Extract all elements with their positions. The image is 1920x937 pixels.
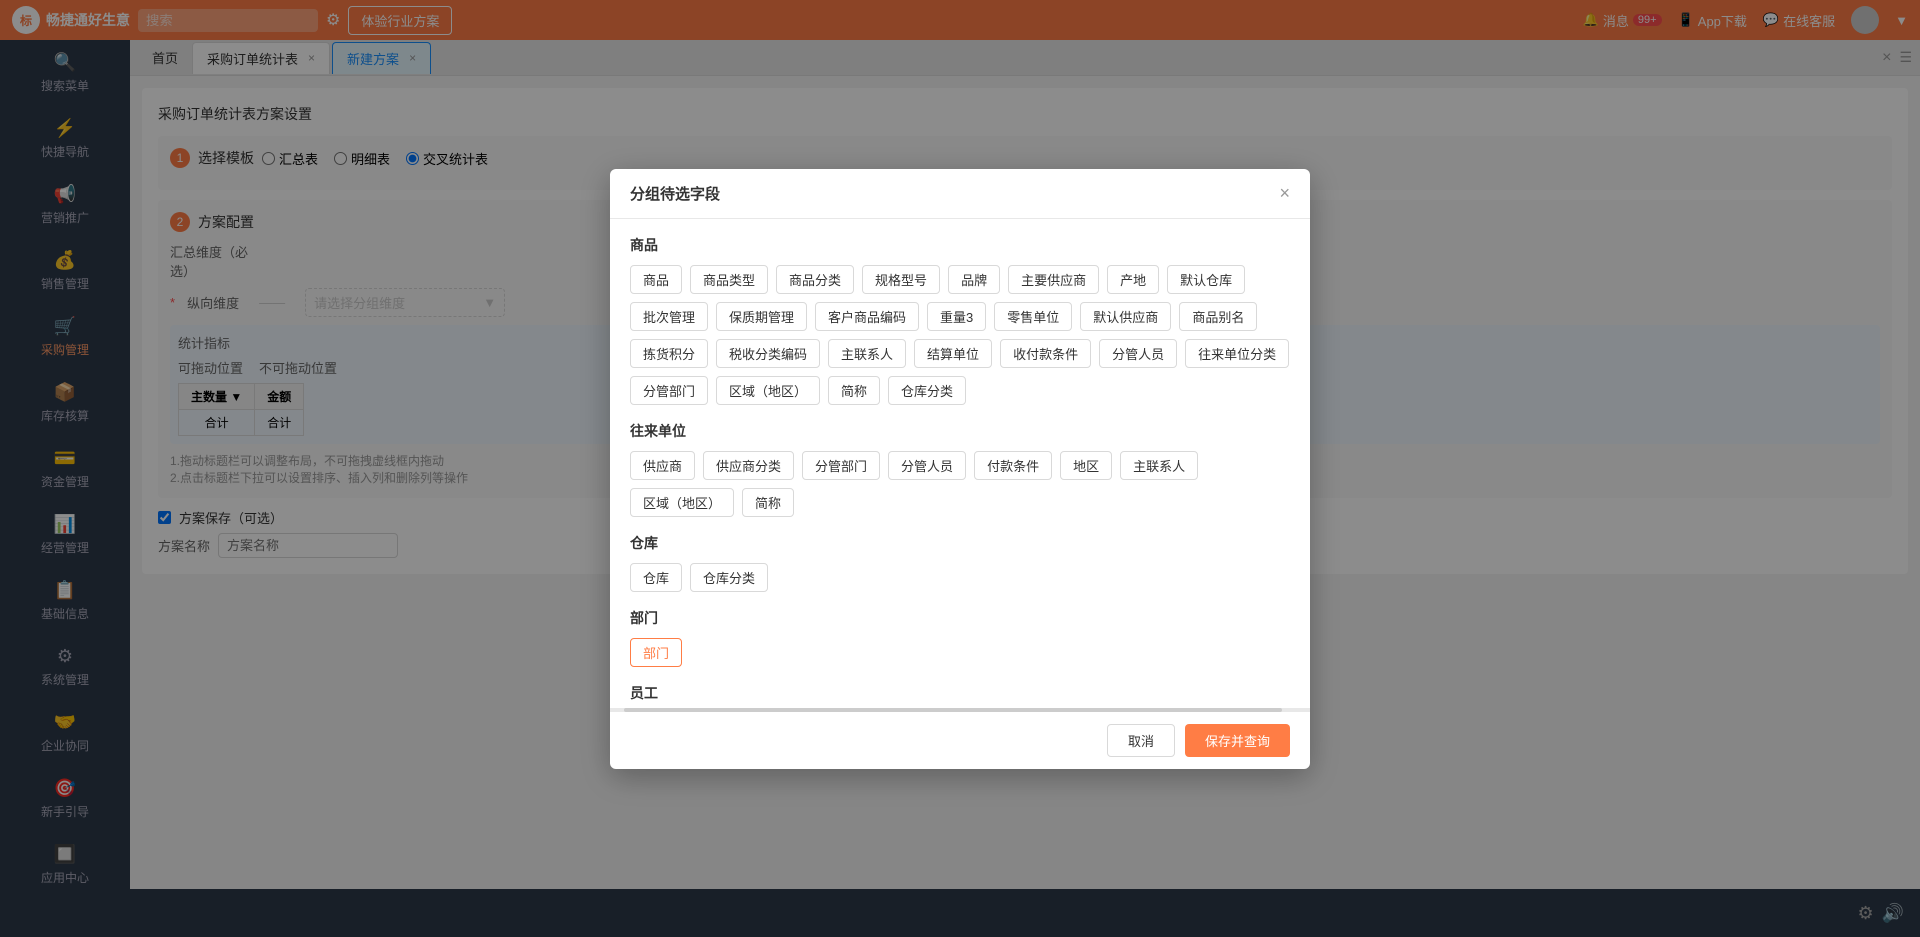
warehouse-fields: 仓库 仓库分类 — [630, 563, 1290, 592]
modal-close-button[interactable]: × — [1279, 184, 1290, 202]
field-warehouse-cat[interactable]: 仓库分类 — [888, 376, 966, 405]
field-dept[interactable]: 部门 — [630, 638, 682, 667]
field-mgmt-dept[interactable]: 分管部门 — [630, 376, 708, 405]
partner-fields: 供应商 供应商分类 分管部门 分管人员 付款条件 地区 主联系人 区域（地区） … — [630, 451, 1290, 517]
field-partner-contact[interactable]: 主联系人 — [1120, 451, 1198, 480]
field-partner-short[interactable]: 简称 — [742, 488, 794, 517]
section-warehouse: 仓库 仓库 仓库分类 — [630, 533, 1290, 592]
section-department-title: 部门 — [630, 608, 1290, 628]
product-fields: 商品 商品类型 商品分类 规格型号 品牌 主要供应商 产地 默认仓库 批次管理 … — [630, 265, 1290, 405]
modal-title: 分组待选字段 — [630, 183, 720, 204]
modal-body: 商品 商品 商品类型 商品分类 规格型号 品牌 主要供应商 产地 默认仓库 批次… — [610, 219, 1310, 708]
field-region[interactable]: 区域（地区） — [716, 376, 820, 405]
section-staff: 员工 业务员 — [630, 683, 1290, 708]
modal-overlay: 分组待选字段 × 商品 商品 商品类型 商品分类 规格型号 品牌 主要供应商 产… — [0, 0, 1920, 937]
field-payment-terms[interactable]: 收付款条件 — [1000, 339, 1091, 368]
cancel-button[interactable]: 取消 — [1107, 724, 1175, 757]
field-default-warehouse[interactable]: 默认仓库 — [1167, 265, 1245, 294]
field-partner-region[interactable]: 地区 — [1060, 451, 1112, 480]
field-weight3[interactable]: 重量3 — [927, 302, 986, 331]
field-partner-dept[interactable]: 分管部门 — [802, 451, 880, 480]
section-partner-title: 往来单位 — [630, 421, 1290, 441]
field-retail-unit[interactable]: 零售单位 — [994, 302, 1072, 331]
field-contact[interactable]: 主联系人 — [828, 339, 906, 368]
section-product-title: 商品 — [630, 235, 1290, 255]
field-partner-manager[interactable]: 分管人员 — [888, 451, 966, 480]
field-origin[interactable]: 产地 — [1107, 265, 1159, 294]
modal-scroll-track — [624, 708, 1282, 712]
field-main-supplier[interactable]: 主要供应商 — [1008, 265, 1099, 294]
modal-header: 分组待选字段 × — [610, 169, 1310, 219]
section-warehouse-title: 仓库 — [630, 533, 1290, 553]
field-wh-cat[interactable]: 仓库分类 — [690, 563, 768, 592]
field-spec-type[interactable]: 规格型号 — [862, 265, 940, 294]
field-shelf-life[interactable]: 保质期管理 — [716, 302, 807, 331]
field-batch-mgmt[interactable]: 批次管理 — [630, 302, 708, 331]
section-product: 商品 商品 商品类型 商品分类 规格型号 品牌 主要供应商 产地 默认仓库 批次… — [630, 235, 1290, 405]
modal-field-select: 分组待选字段 × 商品 商品 商品类型 商品分类 规格型号 品牌 主要供应商 产… — [610, 169, 1310, 769]
section-department: 部门 部门 — [630, 608, 1290, 667]
field-short-name[interactable]: 简称 — [828, 376, 880, 405]
field-product-alias[interactable]: 商品别名 — [1179, 302, 1257, 331]
field-tax-code[interactable]: 税收分类编码 — [716, 339, 820, 368]
field-pay-terms[interactable]: 付款条件 — [974, 451, 1052, 480]
field-supplier[interactable]: 供应商 — [630, 451, 695, 480]
confirm-button[interactable]: 保存并查询 — [1185, 724, 1290, 757]
modal-footer: 取消 保存并查询 — [610, 711, 1310, 769]
field-customer-code[interactable]: 客户商品编码 — [815, 302, 919, 331]
field-manager[interactable]: 分管人员 — [1099, 339, 1177, 368]
field-source-unit-cat[interactable]: 往来单位分类 — [1185, 339, 1289, 368]
field-product[interactable]: 商品 — [630, 265, 682, 294]
field-settle-unit[interactable]: 结算单位 — [914, 339, 992, 368]
field-default-supplier[interactable]: 默认供应商 — [1080, 302, 1171, 331]
field-brand[interactable]: 品牌 — [948, 265, 1000, 294]
department-fields: 部门 — [630, 638, 1290, 667]
modal-scroll-indicator — [610, 708, 1310, 711]
field-partner-region2[interactable]: 区域（地区） — [630, 488, 734, 517]
section-staff-title: 员工 — [630, 683, 1290, 703]
field-product-cat[interactable]: 商品分类 — [776, 265, 854, 294]
section-partner: 往来单位 供应商 供应商分类 分管部门 分管人员 付款条件 地区 主联系人 区域… — [630, 421, 1290, 517]
field-product-type[interactable]: 商品类型 — [690, 265, 768, 294]
field-wh[interactable]: 仓库 — [630, 563, 682, 592]
field-supplier-cat[interactable]: 供应商分类 — [703, 451, 794, 480]
field-pick-points[interactable]: 拣货积分 — [630, 339, 708, 368]
